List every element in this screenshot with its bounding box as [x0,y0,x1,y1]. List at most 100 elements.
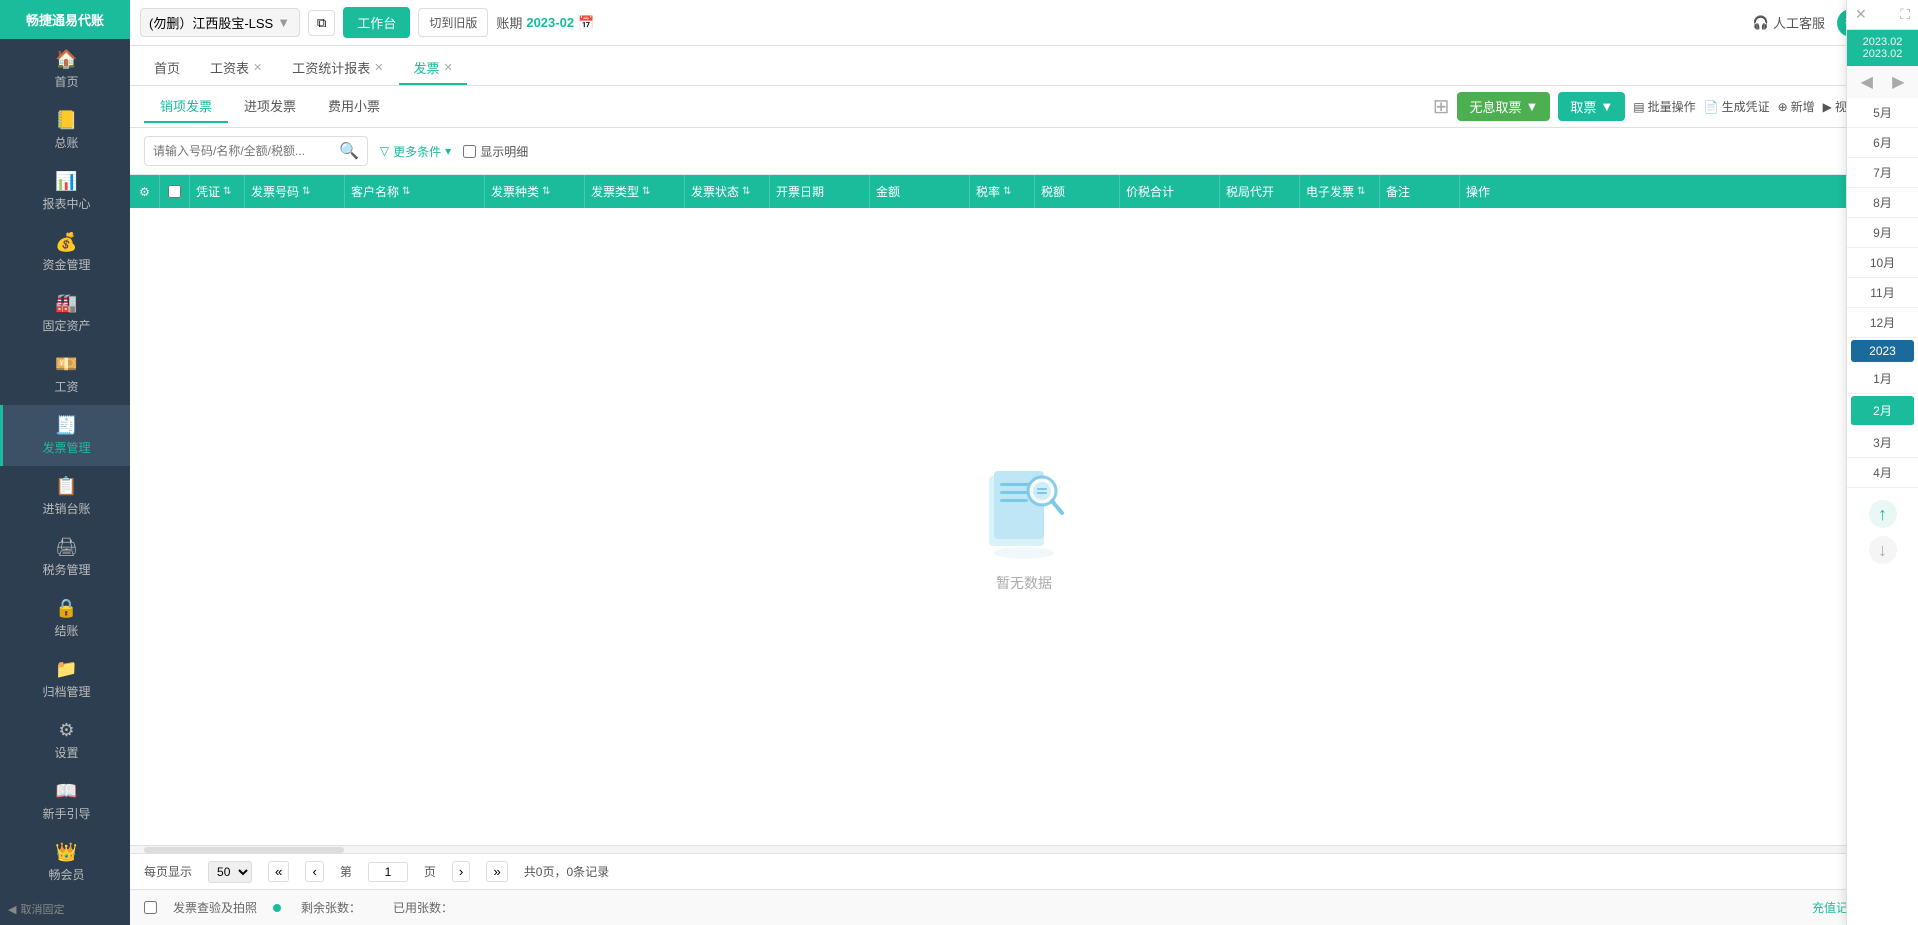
period-month-11[interactable]: 11月 [1847,278,1918,308]
sidebar-item-label: 报表中心 [42,195,90,212]
sidebar-item-member[interactable]: 👑 畅会员 [0,832,130,893]
period-down-icon[interactable]: ↓ [1869,536,1897,564]
customer-service[interactable]: 🎧 人工客服 [1753,13,1825,32]
sidebar-item-tax[interactable]: 🖨 税务管理 [0,527,130,588]
period-month-12[interactable]: 12月 [1847,308,1918,338]
sidebar-item-sales[interactable]: 📋 进销台账 [0,466,130,527]
sidebar-item-label: 工资 [54,378,78,395]
horizontal-scrollbar[interactable] [144,847,344,853]
period-next-icon[interactable]: ▶ [1892,72,1904,92]
period-month-8[interactable]: 8月 [1847,188,1918,218]
period-panel-header[interactable]: 2023.02 2023.02 [1847,30,1918,66]
close-panel-icon[interactable]: ✕ [1855,6,1867,23]
sidebar-item-report[interactable]: 📊 报表中心 [0,161,130,222]
report-icon: 📊 [55,171,77,192]
sidebar-item-closing[interactable]: 🔒 结账 [0,588,130,649]
take-ticket-button[interactable]: 取票 ▼ [1558,92,1625,121]
th-total: 价税合计 [1120,175,1220,208]
sidebar-item-funds[interactable]: 💰 资金管理 [0,222,130,283]
show-detail-wrap[interactable]: 显示明细 [463,143,528,160]
no-take-ticket-button[interactable]: 无息取票 ▼ [1457,92,1550,121]
invoice-icon: 🧾 [55,415,77,436]
period-month-5[interactable]: 5月 [1847,98,1918,128]
sidebar-item-label: 税务管理 [42,561,90,578]
sort-client[interactable]: ⇅ [402,186,410,197]
close-invoice-tab[interactable]: ✕ [444,61,453,74]
sidebar-item-home[interactable]: 🏠 首页 [0,39,130,100]
sort-e-invoice[interactable]: ⇅ [1357,186,1365,197]
workbench-button[interactable]: 工作台 [343,7,410,38]
sort-voucher[interactable]: ⇅ [223,186,231,197]
select-all-checkbox[interactable] [168,185,181,198]
sidebar-item-salary[interactable]: 💴 工资 [0,344,130,405]
tab-salary-report[interactable]: 工资统计报表 ✕ [278,52,397,85]
expand-panel-icon[interactable]: ⛶ [1900,6,1910,23]
period-month-10[interactable]: 10月 [1847,248,1918,278]
sidebar-collapse[interactable]: ◀ 取消固定 [0,893,130,925]
show-detail-checkbox[interactable] [463,145,476,158]
archive-icon: 📁 [55,659,77,680]
sidebar-item-invoice[interactable]: 🧾 发票管理 [0,405,130,466]
period-prev-icon[interactable]: ◀ [1861,72,1873,92]
period-month-4[interactable]: 4月 [1847,458,1918,488]
search-input[interactable] [153,144,333,158]
per-page-select[interactable]: 50 [208,861,252,883]
period-panel-top: ✕ ⛶ [1847,0,1918,30]
period-calendar-icon[interactable]: 📅 [578,15,594,31]
sort-invoice-status[interactable]: ⇅ [742,186,750,197]
close-salary-tab[interactable]: ✕ [253,61,262,74]
sort-invoice-cat[interactable]: ⇅ [642,186,650,197]
more-conditions-button[interactable]: ▽ 更多条件 ▾ [380,143,451,160]
page-input[interactable] [368,862,408,882]
search-input-wrap[interactable]: 🔍 [144,136,368,166]
period-month-9[interactable]: 9月 [1847,218,1918,248]
tax-icon: 🖨 [55,537,78,558]
year-2023-label: 2023 [1851,340,1914,362]
new-button[interactable]: ⊕ 新增 [1778,98,1815,115]
right-actions: ⊞ 无息取票 ▼ 取票 ▼ ▤ 批量操作 📄 生成凭证 [1433,86,1904,127]
invoice-verify-checkbox[interactable] [144,901,157,914]
company-selector[interactable]: (勿删）江西股宝-LSS ▼ [140,8,300,37]
tab-invoice[interactable]: 发票 ✕ [399,52,466,85]
guide-icon: 📖 [55,781,77,802]
tab-salary[interactable]: 工资表 ✕ [196,52,276,85]
th-settings[interactable]: ⚙ [130,175,160,208]
sort-invoice-type[interactable]: ⇅ [542,186,550,197]
first-page-button[interactable]: « [268,861,289,882]
grid-view-button[interactable]: ⊞ [1433,94,1450,119]
table-header: ⚙ 凭证 ⇅ 发票号码 ⇅ 客户名称 ⇅ 发票种类 ⇅ 发票类型 ⇅ [130,175,1918,208]
sort-invoice-no[interactable]: ⇅ [302,186,310,197]
sidebar-item-label: 进销台账 [42,500,90,517]
sidebar-item-guide[interactable]: 📖 新手引导 [0,771,130,832]
period-month-1[interactable]: 1月 [1847,364,1918,394]
prev-page-button[interactable]: ‹ [305,861,323,882]
period-month-3[interactable]: 3月 [1847,428,1918,458]
sort-tax-rate[interactable]: ⇅ [1003,186,1011,197]
close-salary-report-tab[interactable]: ✕ [374,61,383,74]
period-nav: ◀ ▶ [1847,66,1918,98]
batch-op-button[interactable]: ▤ 批量操作 [1633,98,1695,115]
period-month-2-active[interactable]: 2月 [1851,396,1914,426]
sub-tab-purchase-invoice[interactable]: 进项发票 [228,90,312,123]
period-month-7[interactable]: 7月 [1847,158,1918,188]
home-icon: 🏠 [55,49,77,70]
switch-version-button[interactable]: 切到旧版 [418,8,488,37]
caret-icon: ▾ [445,144,451,158]
next-page-button[interactable]: › [452,861,470,882]
sidebar-item-label: 总账 [54,134,78,151]
sidebar-item-settings[interactable]: ⚙ 设置 [0,710,130,771]
last-page-button[interactable]: » [486,861,507,882]
main-area: (勿删）江西股宝-LSS ▼ ⧉ 工作台 切到旧版 账期 2023-02 📅 🎧… [130,0,1918,925]
sidebar-item-archive[interactable]: 📁 归档管理 [0,649,130,710]
th-checkbox[interactable] [160,175,190,208]
period-up-icon[interactable]: ↑ [1869,500,1897,528]
remaining-label: 剩余张数： [301,899,361,916]
copy-button[interactable]: ⧉ [308,10,335,36]
sub-tab-sales-invoice[interactable]: 销项发票 [144,90,228,123]
period-month-6[interactable]: 6月 [1847,128,1918,158]
sidebar-item-ledger[interactable]: 📒 总账 [0,100,130,161]
sidebar-item-assets[interactable]: 🏭 固定资产 [0,283,130,344]
tab-home[interactable]: 首页 [140,52,194,85]
gen-voucher-button[interactable]: 📄 生成凭证 [1704,98,1770,115]
sub-tab-expense-receipt[interactable]: 费用小票 [312,90,396,123]
